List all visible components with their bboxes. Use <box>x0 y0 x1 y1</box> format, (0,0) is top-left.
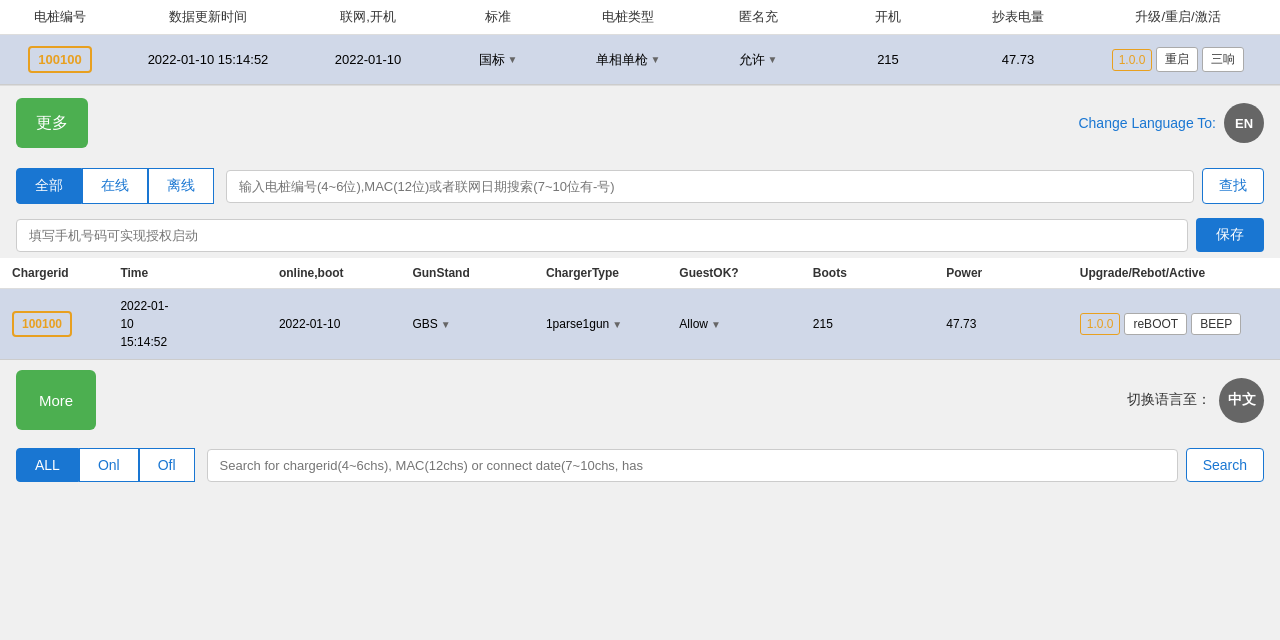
en-header-power: Power <box>946 266 1071 280</box>
en-header-charger-type: ChargerType <box>546 266 671 280</box>
en-lang-switch-label: 切换语言至： <box>1127 391 1211 409</box>
en-search-input[interactable] <box>207 449 1178 482</box>
header-boots: 开机 <box>828 8 948 26</box>
en-row-guest-ok-cell: Allow ▼ <box>679 317 804 331</box>
en-controls-row: More 切换语言至： 中文 <box>0 360 1280 440</box>
zh-lang-switch-label: Change Language To: <box>1078 115 1216 131</box>
zh-lang-en-button[interactable]: EN <box>1224 103 1264 143</box>
en-more-button[interactable]: More <box>16 370 96 430</box>
zh-filter-row: 全部 在线 离线 查找 <box>0 160 1280 212</box>
en-row-upgrade-cell: 1.0.0 reBOOT BEEP <box>1080 313 1268 335</box>
en-header-upgrade: Upgrade/Rebot/Active <box>1080 266 1268 280</box>
zh-phone-input[interactable] <box>16 219 1188 252</box>
en-filter-row: ALL Onl Ofl Search <box>0 440 1280 490</box>
header-guest-ok: 匿名充 <box>698 8 818 26</box>
en-header-boots: Boots <box>813 266 938 280</box>
zh-search-button[interactable]: 查找 <box>1202 168 1264 204</box>
en-row-power-cell: 47.73 <box>946 317 1071 331</box>
zh-tab-all[interactable]: 全部 <box>16 168 82 204</box>
standard-chevron-icon: ▼ <box>508 54 518 65</box>
zh-table-row: 100100 2022-01-10 15:14:52 2022-01-10 国标… <box>0 35 1280 85</box>
en-header-guest-ok: GuestOK? <box>679 266 804 280</box>
zh-save-button[interactable]: 保存 <box>1196 218 1264 252</box>
zh-tab-offline[interactable]: 离线 <box>148 168 214 204</box>
version-badge: 1.0.0 <box>1112 49 1153 71</box>
en-charger-id-badge: 100100 <box>12 311 72 337</box>
header-charger-type: 电桩类型 <box>568 8 688 26</box>
header-upgrade: 升级/重启/激活 <box>1088 8 1268 26</box>
row-charger-type-cell: 单相单枪 ▼ <box>568 51 688 69</box>
guest-ok-select[interactable]: 允许 ▼ <box>739 51 778 69</box>
standard-select[interactable]: 国标 ▼ <box>479 51 518 69</box>
row-standard-cell: 国标 ▼ <box>438 51 558 69</box>
en-header-gunstand: GunStand <box>412 266 537 280</box>
en-tab-offline[interactable]: Ofl <box>139 448 195 482</box>
zh-table-header: 电桩编号 数据更新时间 联网,开机 标准 电桩类型 匿名充 开机 抄表电量 升级… <box>0 0 1280 35</box>
row-guest-ok-cell: 允许 ▼ <box>698 51 818 69</box>
zh-lang-switch: Change Language To: EN <box>1078 103 1264 143</box>
en-beep-button[interactable]: BEEP <box>1191 313 1241 335</box>
zh-search-input[interactable] <box>226 170 1194 203</box>
en-row-charger-type-cell: 1parse1gun ▼ <box>546 317 671 331</box>
en-row-gunstand-cell: GBS ▼ <box>412 317 537 331</box>
zh-more-button[interactable]: 更多 <box>16 98 88 148</box>
header-power: 抄表电量 <box>958 8 1078 26</box>
en-guest-ok-select[interactable]: Allow ▼ <box>679 317 721 331</box>
en-search-button[interactable]: Search <box>1186 448 1264 482</box>
en-gunstand-chevron-icon: ▼ <box>441 319 451 330</box>
en-row-time-cell: 2022-01- 10 15:14:52 <box>120 297 271 351</box>
row-power-cell: 47.73 <box>958 52 1078 67</box>
en-header-online-boot: online,boot <box>279 266 404 280</box>
en-tab-online[interactable]: Onl <box>79 448 139 482</box>
charger-type-chevron-icon: ▼ <box>651 54 661 65</box>
guest-ok-chevron-icon: ▼ <box>768 54 778 65</box>
zh-tab-online[interactable]: 在线 <box>82 168 148 204</box>
en-charger-type-chevron-icon: ▼ <box>612 319 622 330</box>
header-time: 数据更新时间 <box>118 8 298 26</box>
en-header-time: Time <box>120 266 271 280</box>
en-charger-type-select[interactable]: 1parse1gun ▼ <box>546 317 622 331</box>
top-panel: 电桩编号 数据更新时间 联网,开机 标准 电桩类型 匿名充 开机 抄表电量 升级… <box>0 0 1280 86</box>
beep-button[interactable]: 三响 <box>1202 47 1244 72</box>
en-lang-switch: 切换语言至： 中文 <box>1127 378 1264 423</box>
header-standard: 标准 <box>438 8 558 26</box>
charger-id-badge: 100100 <box>28 46 91 73</box>
en-row-online-cell: 2022-01-10 <box>279 317 404 331</box>
charger-type-select[interactable]: 单相单枪 ▼ <box>596 51 661 69</box>
en-gunstand-select[interactable]: GBS ▼ <box>412 317 450 331</box>
en-header-chargerid: Chargerid <box>12 266 112 280</box>
en-lang-zh-button[interactable]: 中文 <box>1219 378 1264 423</box>
zh-controls-row: 更多 Change Language To: EN <box>0 86 1280 160</box>
main-panel: 电桩编号 数据更新时间 联网,开机 标准 电桩类型 匿名充 开机 抄表电量 升级… <box>0 0 1280 490</box>
header-online-boot: 联网,开机 <box>308 8 428 26</box>
en-table-row: 100100 2022-01- 10 15:14:52 2022-01-10 G… <box>0 289 1280 360</box>
row-upgrade-cell: 1.0.0 重启 三响 <box>1088 47 1268 72</box>
header-chargerid: 电桩编号 <box>12 8 108 26</box>
en-tab-all[interactable]: ALL <box>16 448 79 482</box>
en-reboot-button[interactable]: reBOOT <box>1124 313 1187 335</box>
row-online-cell: 2022-01-10 <box>308 52 428 67</box>
reboot-button[interactable]: 重启 <box>1156 47 1198 72</box>
row-time-cell: 2022-01-10 15:14:52 <box>118 52 298 67</box>
en-table-header: Chargerid Time online,boot GunStand Char… <box>0 258 1280 289</box>
en-row-id-cell: 100100 <box>12 311 112 337</box>
zh-phone-row: 保存 <box>0 212 1280 258</box>
en-guest-ok-chevron-icon: ▼ <box>711 319 721 330</box>
en-version-badge: 1.0.0 <box>1080 313 1121 335</box>
en-row-boots-cell: 215 <box>813 317 938 331</box>
row-boots-cell: 215 <box>828 52 948 67</box>
row-id-cell: 100100 <box>12 46 108 73</box>
